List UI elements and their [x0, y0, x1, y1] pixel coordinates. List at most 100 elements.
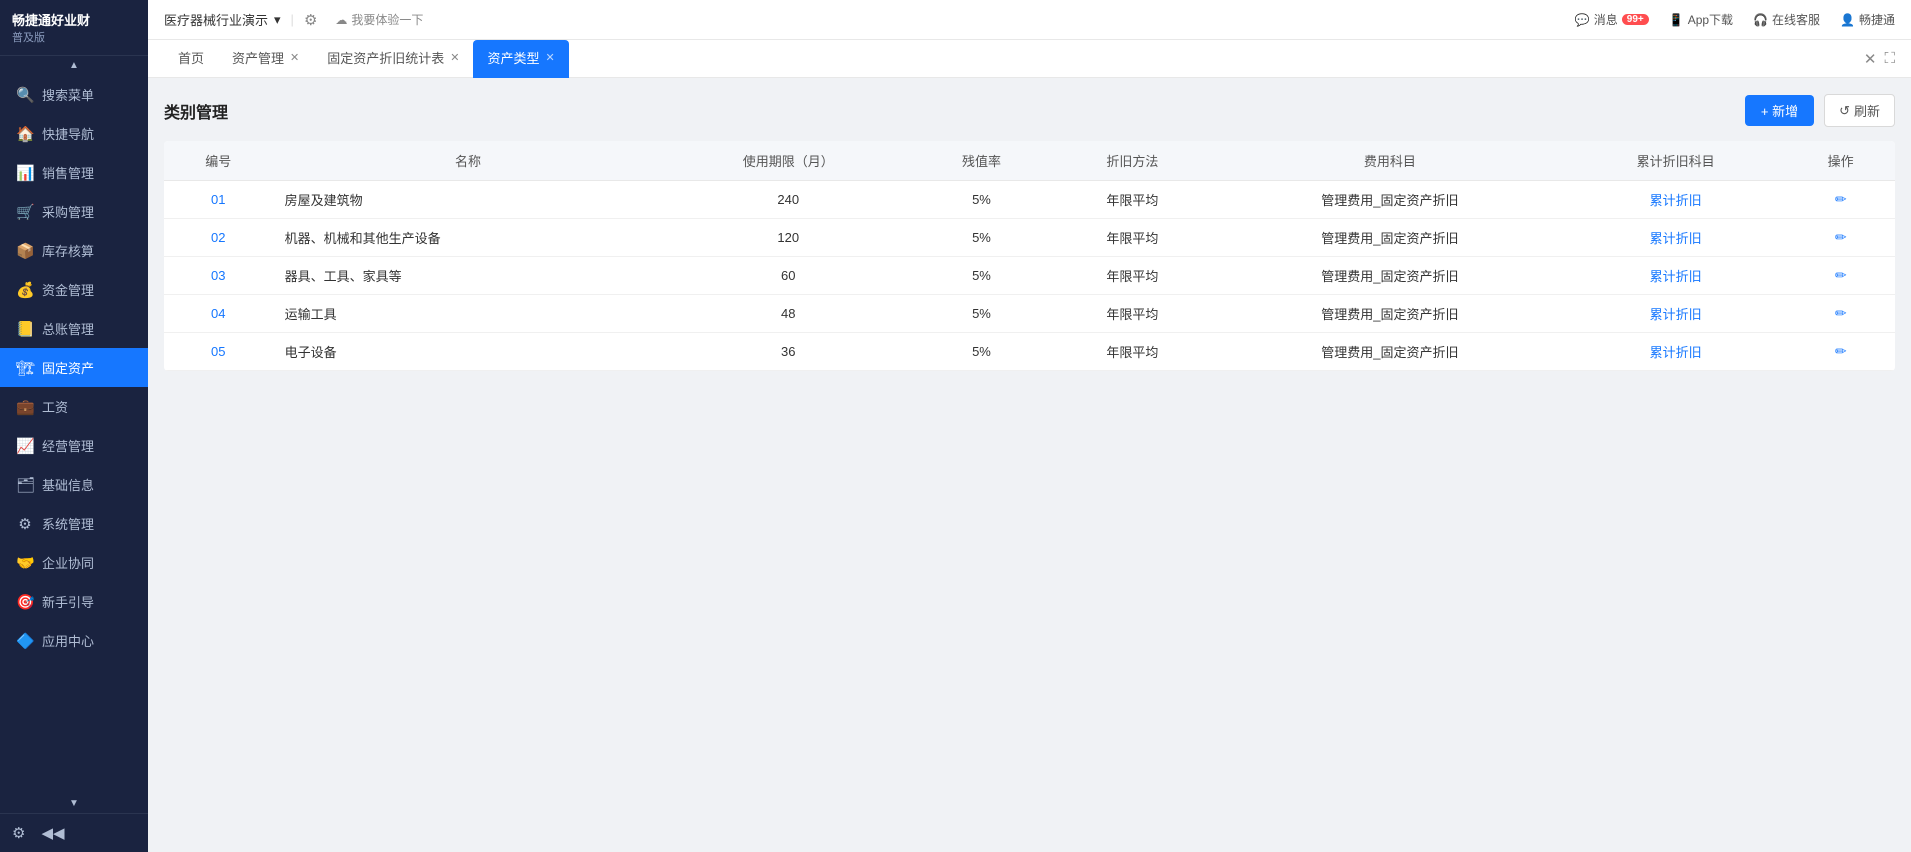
sidebar-item-search[interactable]: 🔍 搜索菜单 [0, 75, 148, 114]
edit-icon-3[interactable]: ✏ [1835, 305, 1847, 321]
sales-icon: 📊 [16, 164, 34, 182]
user-item[interactable]: 👤 畅捷通 [1840, 11, 1895, 28]
cell-action-0[interactable]: ✏ [1786, 181, 1895, 219]
table-row: 01 房屋及建筑物 240 5% 年限平均 管理费用_固定资产折旧 累计折旧 ✏ [164, 181, 1895, 219]
basic-icon: 🗂 [16, 476, 34, 494]
tab-asset-type-label: 资产类型 [487, 48, 539, 67]
cell-months-3: 48 [663, 295, 913, 333]
edit-icon-2[interactable]: ✏ [1835, 267, 1847, 283]
topbar: 医疗器械行业演示 ▾ | ⚙ ☁ 我要体验一下 💬 消息 99+ 📱 App下载… [148, 0, 1911, 40]
scroll-up-arrow[interactable]: ▲ [0, 56, 148, 75]
topbar-settings-icon[interactable]: ⚙ [304, 11, 317, 29]
cell-name-2: 器具、工具、家具等 [273, 257, 664, 295]
tab-expand-icon[interactable]: ⛶ [1884, 50, 1895, 67]
message-item[interactable]: 💬 消息 99+ [1575, 11, 1649, 28]
sidebar-label-collab: 企业协同 [42, 553, 94, 572]
col-residual: 残值率 [913, 141, 1050, 181]
cell-method-0: 年限平均 [1050, 181, 1215, 219]
sidebar-logo: 畅捷通好业财 普及版 [0, 0, 148, 56]
cell-action-3[interactable]: ✏ [1786, 295, 1895, 333]
tab-home[interactable]: 首页 [164, 40, 218, 78]
tab-depreciation-stats-close[interactable]: ✕ [450, 51, 459, 64]
trial-btn[interactable]: ☁ 我要体验一下 [335, 11, 423, 28]
quicknav-icon: 🏠 [16, 125, 34, 143]
sidebar-item-fixed[interactable]: 🏗 固定资产 [0, 348, 148, 387]
sidebar-item-purchase[interactable]: 🛒 采购管理 [0, 192, 148, 231]
table-container: 编号 名称 使用期限（月） 残值率 折旧方法 费用科目 累计折旧科目 操作 01… [164, 141, 1895, 371]
tab-asset-mgmt[interactable]: 资产管理 ✕ [218, 40, 313, 78]
cell-expense-4: 管理费用_固定资产折旧 [1215, 333, 1565, 371]
cell-action-2[interactable]: ✏ [1786, 257, 1895, 295]
module-selector[interactable]: 医疗器械行业演示 ▾ [164, 10, 281, 29]
col-expense: 费用科目 [1215, 141, 1565, 181]
message-icon: 💬 [1575, 13, 1590, 27]
cell-residual-1: 5% [913, 219, 1050, 257]
fund-icon: 💰 [16, 281, 34, 299]
cell-id-4: 05 [164, 333, 273, 371]
new-button[interactable]: + 新增 [1745, 95, 1814, 126]
cell-expense-0: 管理费用_固定资产折旧 [1215, 181, 1565, 219]
cell-name-0: 房屋及建筑物 [273, 181, 664, 219]
cell-action-1[interactable]: ✏ [1786, 219, 1895, 257]
customer-service-item[interactable]: 🎧 在线客服 [1753, 11, 1820, 28]
sidebar-item-quicknav[interactable]: 🏠 快捷导航 [0, 114, 148, 153]
sidebar-item-guide[interactable]: 🎯 新手引导 [0, 582, 148, 621]
category-table: 编号 名称 使用期限（月） 残值率 折旧方法 费用科目 累计折旧科目 操作 01… [164, 141, 1895, 371]
table-row: 05 电子设备 36 5% 年限平均 管理费用_固定资产折旧 累计折旧 ✏ [164, 333, 1895, 371]
scroll-down-arrow[interactable]: ▼ [0, 794, 148, 813]
user-name: 畅捷通 [1859, 11, 1895, 28]
collapse-icon[interactable]: ◀◀ [41, 824, 64, 842]
content-area: 类别管理 + 新增 ↺ 刷新 编号 名称 使用期限（月） 残值率 折旧方法 [148, 78, 1911, 852]
sidebar-item-system[interactable]: ⚙ 系统管理 [0, 504, 148, 543]
cell-action-4[interactable]: ✏ [1786, 333, 1895, 371]
page-title: 类别管理 [164, 99, 228, 123]
sidebar-item-collab[interactable]: 🤝 企业协同 [0, 543, 148, 582]
tab-close-icon[interactable]: ✕ [1864, 50, 1877, 68]
sidebar-item-operations[interactable]: 📈 经营管理 [0, 426, 148, 465]
sidebar-item-ledger[interactable]: 📒 总账管理 [0, 309, 148, 348]
app-label: App下载 [1688, 11, 1733, 28]
tabs-actions: ✕ ⛶ [1864, 50, 1895, 68]
sidebar-item-sales[interactable]: 📊 销售管理 [0, 153, 148, 192]
cell-name-1: 机器、机械和其他生产设备 [273, 219, 664, 257]
refresh-icon: ↺ [1839, 103, 1850, 119]
cell-accum-1: 累计折旧 [1565, 219, 1786, 257]
table-header-row: 编号 名称 使用期限（月） 残值率 折旧方法 费用科目 累计折旧科目 操作 [164, 141, 1895, 181]
sidebar-item-salary[interactable]: 💼 工资 [0, 387, 148, 426]
apps-icon: 🔷 [16, 632, 34, 650]
page-actions: + 新增 ↺ 刷新 [1745, 94, 1895, 127]
tab-depreciation-stats[interactable]: 固定资产折旧统计表 ✕ [313, 40, 473, 78]
col-accum: 累计折旧科目 [1565, 141, 1786, 181]
tab-home-label: 首页 [178, 48, 204, 67]
message-badge: 99+ [1622, 14, 1649, 25]
sidebar-item-apps[interactable]: 🔷 应用中心 [0, 621, 148, 660]
edit-icon-4[interactable]: ✏ [1835, 343, 1847, 359]
settings-icon[interactable]: ⚙ [12, 824, 25, 842]
app-download-item[interactable]: 📱 App下载 [1669, 11, 1733, 28]
cell-id-1: 02 [164, 219, 273, 257]
tabs-bar: 首页 资产管理 ✕ 固定资产折旧统计表 ✕ 资产类型 ✕ ✕ ⛶ [148, 40, 1911, 78]
sidebar-item-basic[interactable]: 🗂 基础信息 [0, 465, 148, 504]
service-label: 在线客服 [1772, 11, 1820, 28]
salary-icon: 💼 [16, 398, 34, 416]
cell-method-3: 年限平均 [1050, 295, 1215, 333]
edit-icon-1[interactable]: ✏ [1835, 229, 1847, 245]
purchase-icon: 🛒 [16, 203, 34, 221]
ledger-icon: 📒 [16, 320, 34, 338]
cell-residual-0: 5% [913, 181, 1050, 219]
refresh-button[interactable]: ↺ 刷新 [1824, 94, 1895, 127]
cell-months-2: 60 [663, 257, 913, 295]
guide-icon: 🎯 [16, 593, 34, 611]
tab-asset-type-close[interactable]: ✕ [546, 51, 555, 64]
edit-icon-0[interactable]: ✏ [1835, 191, 1847, 207]
cell-residual-4: 5% [913, 333, 1050, 371]
tab-asset-mgmt-close[interactable]: ✕ [290, 51, 299, 64]
sidebar-scroll: 🔍 搜索菜单 🏠 快捷导航 📊 销售管理 🛒 采购管理 📦 库存核算 💰 资金管… [0, 75, 148, 794]
sidebar-item-fund[interactable]: 💰 资金管理 [0, 270, 148, 309]
sidebar-item-inventory[interactable]: 📦 库存核算 [0, 231, 148, 270]
tab-asset-type[interactable]: 资产类型 ✕ [473, 40, 568, 78]
cell-name-4: 电子设备 [273, 333, 664, 371]
table-row: 02 机器、机械和其他生产设备 120 5% 年限平均 管理费用_固定资产折旧 … [164, 219, 1895, 257]
sidebar-label-quicknav: 快捷导航 [42, 124, 94, 143]
module-name: 医疗器械行业演示 [164, 10, 268, 29]
